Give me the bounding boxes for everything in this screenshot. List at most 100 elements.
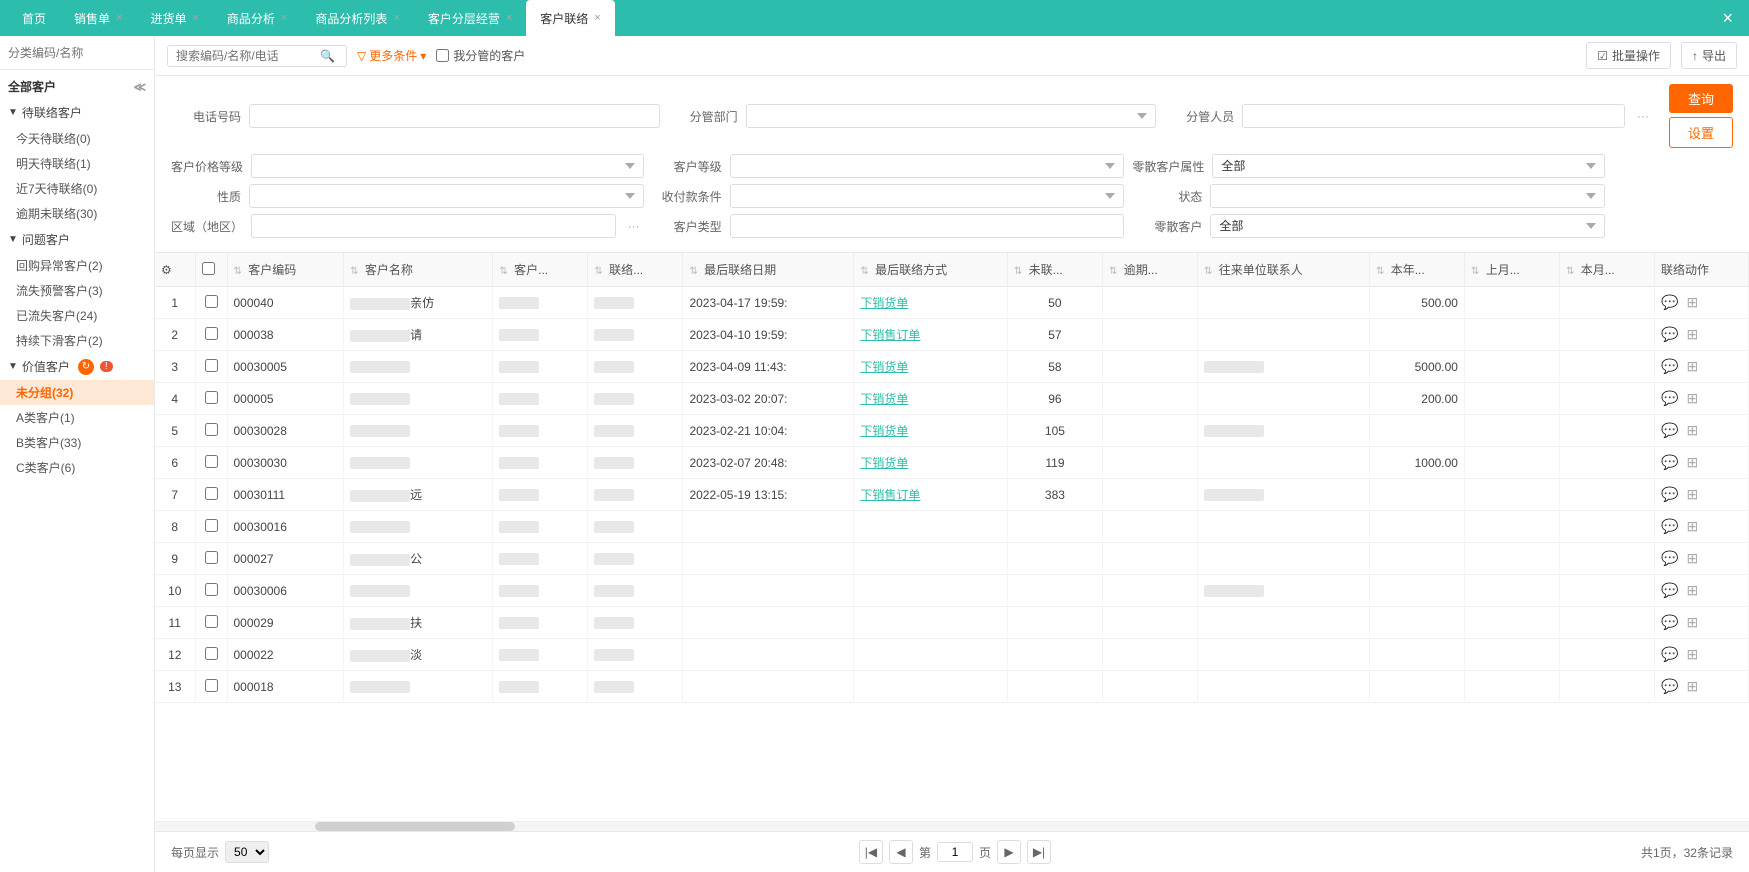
region-input[interactable] — [251, 214, 616, 238]
row-checkbox[interactable] — [205, 391, 218, 404]
batch-ops-button[interactable]: ☑ 批量操作 — [1586, 42, 1671, 69]
row-checkbox[interactable] — [205, 615, 218, 628]
last-contact-method-cell[interactable]: 下销货单 — [854, 447, 1008, 479]
grid-icon[interactable]: ⊞ — [1686, 582, 1698, 599]
my-customers-checkbox[interactable]: 我分管的客户 — [436, 47, 525, 64]
query-button[interactable]: 查询 — [1669, 84, 1733, 113]
grid-icon[interactable]: ⊞ — [1686, 486, 1698, 503]
category-search-input[interactable] — [8, 46, 155, 60]
collapse-icon[interactable]: ≪ — [133, 80, 146, 94]
row-checkbox[interactable] — [205, 647, 218, 660]
close-icon[interactable]: × — [393, 12, 399, 24]
message-icon[interactable]: 💬 — [1661, 678, 1678, 695]
overdue-column-header[interactable]: ⇅ 逾期... — [1102, 253, 1197, 287]
message-icon[interactable]: 💬 — [1661, 646, 1678, 663]
grid-icon[interactable]: ⊞ — [1686, 294, 1698, 311]
grid-icon[interactable]: ⊞ — [1686, 646, 1698, 663]
row-checkbox[interactable] — [205, 519, 218, 532]
payment-select[interactable] — [730, 184, 1125, 208]
tab-product-analysis[interactable]: 商品分析 × — [213, 0, 301, 36]
contact-method-link[interactable]: 下销货单 — [860, 392, 908, 406]
dept-select[interactable] — [746, 104, 1157, 128]
last-contact-method-cell[interactable] — [854, 607, 1008, 639]
contact-method-link[interactable]: 下销售订单 — [860, 328, 920, 342]
this-month-column-header[interactable]: ⇅ 本月... — [1560, 253, 1655, 287]
retail-attr-select[interactable]: 全部 — [1212, 154, 1605, 178]
close-icon[interactable]: × — [116, 12, 122, 24]
row-checkbox[interactable] — [205, 551, 218, 564]
sidebar-item-declining[interactable]: 持续下滑客户(2) — [0, 328, 154, 353]
customer-grade-select[interactable] — [730, 154, 1125, 178]
retail-customer-select[interactable]: 全部 — [1210, 214, 1605, 238]
sidebar-item-today-pending[interactable]: 今天待联络(0) — [0, 126, 154, 151]
my-customers-check[interactable] — [436, 49, 449, 62]
page-number-input[interactable] — [937, 842, 973, 862]
scrollbar-thumb[interactable] — [315, 822, 515, 831]
status-select[interactable] — [1210, 184, 1605, 208]
tab-product-analysis-list[interactable]: 商品分析列表 × — [301, 0, 413, 36]
sidebar-item-class-c[interactable]: C类客户(6) — [0, 455, 154, 480]
message-icon[interactable]: 💬 — [1661, 550, 1678, 567]
name-column-header[interactable]: ⇅ 客户名称 — [344, 253, 493, 287]
sidebar-item-abnormal-repurchase[interactable]: 回购异常客户(2) — [0, 253, 154, 278]
gear-column-header[interactable]: ⚙ — [155, 253, 195, 287]
last-contact-method-cell[interactable] — [854, 639, 1008, 671]
manager-more-icon[interactable]: ··· — [1633, 109, 1653, 123]
contact-method-link[interactable]: 下销售订单 — [860, 488, 920, 502]
grid-icon[interactable]: ⊞ — [1686, 422, 1698, 439]
row-checkbox[interactable] — [205, 487, 218, 500]
problem-group-toggle[interactable]: ▼ 问题客户 — [0, 226, 154, 253]
last-contact-method-cell[interactable]: 下销售订单 — [854, 479, 1008, 511]
row-checkbox[interactable] — [205, 327, 218, 340]
sidebar-item-tomorrow-pending[interactable]: 明天待联络(1) — [0, 151, 154, 176]
prev-page-button[interactable]: ◀ — [889, 840, 913, 864]
row-checkbox[interactable] — [205, 583, 218, 596]
grid-icon[interactable]: ⊞ — [1686, 326, 1698, 343]
sidebar-item-overdue-pending[interactable]: 逾期未联络(30) — [0, 201, 154, 226]
last-contact-method-column-header[interactable]: ⇅ 最后联络方式 — [854, 253, 1008, 287]
tab-customer-contact[interactable]: 客户联络 × — [526, 0, 614, 36]
grid-icon[interactable]: ⊞ — [1686, 678, 1698, 695]
contact-method-link[interactable]: 下销货单 — [860, 456, 908, 470]
grid-icon[interactable]: ⊞ — [1686, 518, 1698, 535]
tab-customer-segment[interactable]: 客户分层经营 × — [414, 0, 526, 36]
tab-home[interactable]: 首页 — [8, 0, 60, 36]
customer-type-input[interactable] — [730, 214, 1125, 238]
first-page-button[interactable]: |◀ — [859, 840, 883, 864]
horizontal-scrollbar[interactable] — [155, 821, 1749, 831]
value-group-toggle[interactable]: ▼ 价值客户 ↻ ! — [0, 353, 154, 380]
last-contact-method-cell[interactable] — [854, 511, 1008, 543]
customer-type-column-header[interactable]: ⇅ 客户... — [493, 253, 588, 287]
close-icon[interactable]: × — [594, 12, 600, 24]
sidebar-item-ungrouped[interactable]: 未分组(32) — [0, 380, 154, 405]
sidebar-item-churn-warning[interactable]: 流失预警客户(3) — [0, 278, 154, 303]
all-customers-header[interactable]: 全部客户 ≪ — [0, 70, 154, 99]
this-year-column-header[interactable]: ⇅ 本年... — [1369, 253, 1464, 287]
row-checkbox[interactable] — [205, 455, 218, 468]
last-contact-method-cell[interactable]: 下销货单 — [854, 351, 1008, 383]
last-contact-method-cell[interactable] — [854, 575, 1008, 607]
close-icon[interactable]: × — [506, 12, 512, 24]
price-grade-select[interactable] — [251, 154, 644, 178]
page-size-select[interactable]: 50 — [225, 841, 269, 863]
message-icon[interactable]: 💬 — [1661, 326, 1678, 343]
reset-button[interactable]: 设置 — [1669, 117, 1733, 148]
sidebar-item-class-b[interactable]: B类客户(33) — [0, 430, 154, 455]
close-all-button[interactable]: × — [1714, 8, 1741, 29]
last-contact-method-cell[interactable]: 下销货单 — [854, 415, 1008, 447]
more-conditions-button[interactable]: ▽ 更多条件 ▾ — [357, 47, 426, 64]
manager-input[interactable] — [1242, 104, 1625, 128]
last-page-button[interactable]: ▶| — [1027, 840, 1051, 864]
message-icon[interactable]: 💬 — [1661, 582, 1678, 599]
message-icon[interactable]: 💬 — [1661, 614, 1678, 631]
grid-icon[interactable]: ⊞ — [1686, 614, 1698, 631]
message-icon[interactable]: 💬 — [1661, 518, 1678, 535]
last-contact-method-cell[interactable]: 下销货单 — [854, 383, 1008, 415]
tab-sales[interactable]: 销售单 × — [60, 0, 136, 36]
refresh-icon[interactable]: ↻ — [78, 359, 94, 375]
row-checkbox[interactable] — [205, 423, 218, 436]
no-contact-days-column-header[interactable]: ⇅ 未联... — [1007, 253, 1102, 287]
last-contact-method-cell[interactable]: 下销货单 — [854, 287, 1008, 319]
contact-column-header[interactable]: ⇅ 联络... — [588, 253, 683, 287]
row-checkbox[interactable] — [205, 295, 218, 308]
